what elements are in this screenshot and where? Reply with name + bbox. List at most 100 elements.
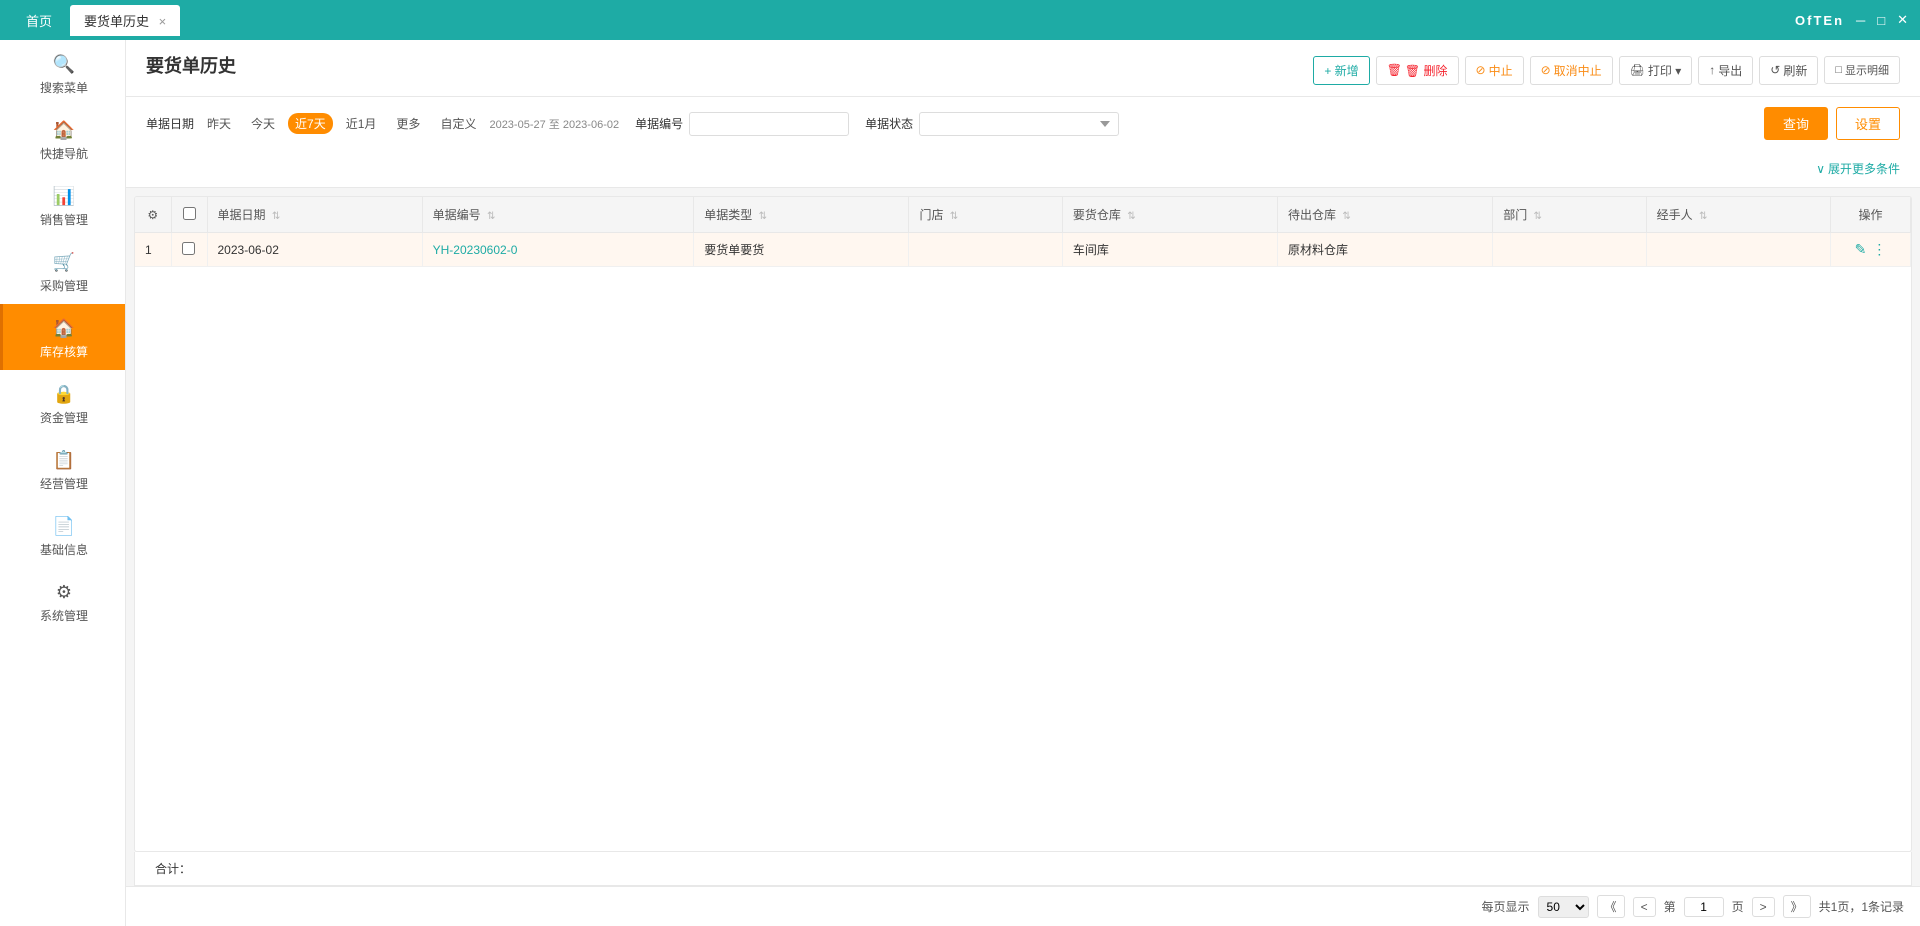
row-ops: ✎ ⋮ <box>1831 233 1911 267</box>
system-mgmt-icon: ⚙ <box>56 582 72 603</box>
date-shortcut-more[interactable]: 更多 <box>389 113 427 134</box>
col-store[interactable]: 门店 ⇅ <box>909 197 1062 233</box>
status-filter-group: 单据状态 待审核 已审核 已中止 <box>865 112 1119 136</box>
tab-home[interactable]: 首页 <box>12 5 66 36</box>
total-label: 合计： <box>155 860 191 877</box>
tab-bar: 首页 要货单历史 × <box>12 5 180 36</box>
refresh-icon: ↺ <box>1770 63 1780 77</box>
table-row: 1 2023-06-02 YH-20230602-0 要货单要货 车间库 原材料… <box>135 233 1911 267</box>
first-page-btn[interactable]: 《 <box>1597 895 1625 918</box>
col-req-warehouse[interactable]: 要货仓库 ⇅ <box>1062 197 1277 233</box>
sidebar-item-purchase-mgmt[interactable]: 🛒 采购管理 <box>0 238 125 304</box>
maximize-btn[interactable]: □ <box>1877 13 1885 28</box>
tab-requisition-history[interactable]: 要货单历史 × <box>70 5 180 36</box>
display-detail-button[interactable]: □ 显示明细 <box>1824 56 1900 84</box>
sidebar-item-quick-nav[interactable]: 🏠 快捷导航 <box>0 106 125 172</box>
date-shortcut-yesterday[interactable]: 昨天 <box>200 113 238 134</box>
finance-mgmt-icon: 🔒 <box>53 384 75 405</box>
stop-button[interactable]: ⊘ 中止 <box>1465 56 1524 85</box>
date-shortcut-7days[interactable]: 近7天 <box>288 113 333 134</box>
data-table: ⚙ 单据日期 ⇅ 单据编号 ⇅ 单据类型 ⇅ 门店 ⇅ 要货仓库 ⇅ 待出仓库 … <box>135 197 1911 267</box>
stop-icon: ⊘ <box>1476 63 1486 77</box>
sidebar-label-inventory-calc: 库存核算 <box>40 343 88 360</box>
col-checkbox <box>171 197 207 233</box>
date-shortcut-1month[interactable]: 近1月 <box>339 113 384 134</box>
sidebar-label-system-mgmt: 系统管理 <box>40 607 88 624</box>
prev-page-btn[interactable]: < <box>1633 897 1656 917</box>
sidebar-label-operations-mgmt: 经营管理 <box>40 475 88 492</box>
expand-more-label: 展开更多条件 <box>1828 160 1900 177</box>
row-checkbox[interactable] <box>182 242 195 255</box>
export-icon: ↑ <box>1709 63 1715 77</box>
expand-more-button[interactable]: ∨ 展开更多条件 <box>1816 160 1900 177</box>
row-more-icon[interactable]: ⋮ <box>1872 241 1886 258</box>
sidebar-item-sales-mgmt[interactable]: 📊 销售管理 <box>0 172 125 238</box>
per-page-label: 每页显示 <box>1482 898 1530 915</box>
sidebar-label-search-menu: 搜索菜单 <box>40 79 88 96</box>
display-icon: □ <box>1835 64 1842 76</box>
cancel-stop-button[interactable]: ⊘ 取消中止 <box>1530 56 1613 85</box>
cancel-stop-icon: ⊘ <box>1541 63 1551 77</box>
sidebar-item-operations-mgmt[interactable]: 📋 经营管理 <box>0 436 125 502</box>
total-bar: 合计： <box>134 852 1912 886</box>
doc-no-link[interactable]: YH-20230602-0 <box>433 243 518 257</box>
new-button[interactable]: + 新增 <box>1313 56 1369 85</box>
col-ops: 操作 <box>1831 197 1911 233</box>
status-filter-label: 单据状态 <box>865 115 913 132</box>
sidebar-item-basic-info[interactable]: 📄 基础信息 <box>0 502 125 568</box>
purchase-mgmt-icon: 🛒 <box>53 252 75 273</box>
search-menu-icon: 🔍 <box>53 54 75 75</box>
date-filter-label: 单据日期 <box>146 115 194 132</box>
operations-mgmt-icon: 📋 <box>53 450 75 471</box>
page-header: 要货单历史 + 新增 🗑 🗑 删除 ⊘ 中止 ⊘ 取消中止 <box>126 40 1920 97</box>
tab-close-icon[interactable]: × <box>159 14 167 29</box>
docno-filter-label: 单据编号 <box>635 115 683 132</box>
row-edit-icon[interactable]: ✎ <box>1855 241 1867 258</box>
sidebar: 🔍 搜索菜单 🏠 快捷导航 📊 销售管理 🛒 采购管理 🏠 库存核算 🔒 资金管… <box>0 40 126 926</box>
date-shortcut-today[interactable]: 今天 <box>244 113 282 134</box>
row-handler <box>1646 233 1830 267</box>
status-select[interactable]: 待审核 已审核 已中止 <box>919 112 1119 136</box>
sidebar-item-system-mgmt[interactable]: ⚙ 系统管理 <box>0 568 125 634</box>
page-label-pre: 第 <box>1664 898 1676 915</box>
next-page-btn[interactable]: > <box>1752 897 1775 917</box>
col-doc-date[interactable]: 单据日期 ⇅ <box>207 197 422 233</box>
brand-label: OfTEn <box>1795 13 1844 28</box>
date-shortcut-custom[interactable]: 自定义 <box>433 113 483 134</box>
window-controls: OfTEn ─ □ ✕ <box>1795 12 1908 28</box>
settings-button[interactable]: 设置 <box>1836 107 1900 140</box>
col-handler[interactable]: 经手人 ⇅ <box>1646 197 1830 233</box>
row-index: 1 <box>135 233 171 267</box>
close-btn[interactable]: ✕ <box>1897 12 1908 28</box>
delete-button[interactable]: 🗑 🗑 删除 <box>1376 56 1459 85</box>
delete-icon: 🗑 <box>1387 63 1402 77</box>
col-doc-type[interactable]: 单据类型 ⇅ <box>694 197 909 233</box>
filter-bar: 单据日期 昨天 今天 近7天 近1月 更多 自定义 2023-05-27 至 2… <box>126 97 1920 188</box>
row-department <box>1493 233 1646 267</box>
minimize-btn[interactable]: ─ <box>1856 13 1865 28</box>
sidebar-item-finance-mgmt[interactable]: 🔒 资金管理 <box>0 370 125 436</box>
main-layout: 🔍 搜索菜单 🏠 快捷导航 📊 销售管理 🛒 采购管理 🏠 库存核算 🔒 资金管… <box>0 40 1920 926</box>
refresh-button[interactable]: ↺ 刷新 <box>1759 56 1818 85</box>
last-page-btn[interactable]: 》 <box>1783 895 1811 918</box>
date-filter-group: 单据日期 昨天 今天 近7天 近1月 更多 自定义 2023-05-27 至 2… <box>146 113 619 134</box>
col-doc-no[interactable]: 单据编号 ⇅ <box>422 197 694 233</box>
col-dest-warehouse[interactable]: 待出仓库 ⇅ <box>1278 197 1493 233</box>
query-button[interactable]: 查询 <box>1764 107 1828 140</box>
select-all-checkbox[interactable] <box>183 207 196 220</box>
col-department[interactable]: 部门 ⇅ <box>1493 197 1646 233</box>
sidebar-item-search-menu[interactable]: 🔍 搜索菜单 <box>0 40 125 106</box>
sidebar-item-inventory-calc[interactable]: 🏠 库存核算 <box>0 304 125 370</box>
row-doc-type: 要货单要货 <box>694 233 909 267</box>
page-input[interactable] <box>1684 897 1724 917</box>
content-area: 要货单历史 + 新增 🗑 🗑 删除 ⊘ 中止 ⊘ 取消中止 <box>126 40 1920 926</box>
col-settings[interactable]: ⚙ <box>135 197 171 233</box>
sidebar-label-sales-mgmt: 销售管理 <box>40 211 88 228</box>
top-bar: 首页 要货单历史 × OfTEn ─ □ ✕ <box>0 0 1920 40</box>
export-button[interactable]: ↑ 导出 <box>1698 56 1753 85</box>
per-page-select[interactable]: 50 100 200 <box>1538 896 1589 918</box>
print-button[interactable]: 🖨 打印 ▾ <box>1619 56 1693 85</box>
docno-input[interactable] <box>689 112 849 136</box>
expand-more-arrow: ∨ <box>1816 162 1825 176</box>
row-checkbox-cell <box>171 233 207 267</box>
